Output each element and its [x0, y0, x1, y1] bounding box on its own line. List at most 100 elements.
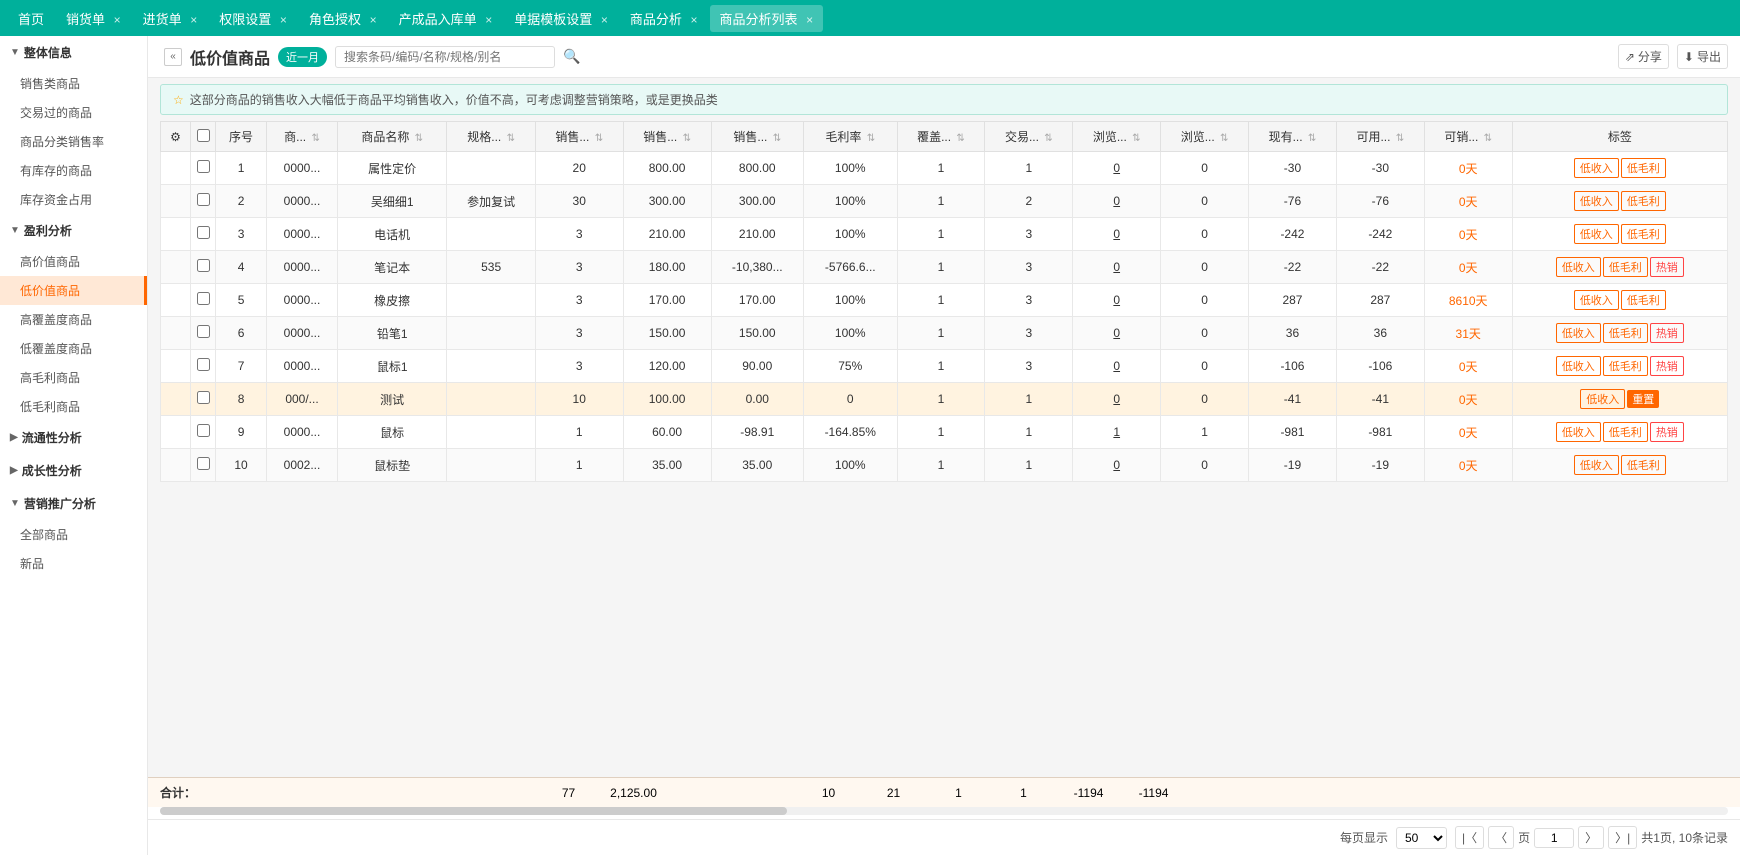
next-page-button[interactable]: 〉	[1578, 826, 1604, 849]
name-header[interactable]: 商品名称 ⇅	[337, 122, 447, 152]
check-cell[interactable]	[191, 185, 216, 218]
spec-header[interactable]: 规格... ⇅	[447, 122, 535, 152]
close-analysis-list-icon[interactable]: ×	[806, 13, 813, 27]
check-cell[interactable]	[191, 152, 216, 185]
table-container[interactable]: ⚙ 序号 商... ⇅ 商品名称 ⇅ 规格... ⇅ 销售... ⇅ 销售...…	[148, 121, 1740, 777]
sidebar-collapse-button[interactable]: «	[164, 48, 182, 66]
row-checkbox[interactable]	[197, 457, 210, 470]
check-cell[interactable]	[191, 350, 216, 383]
row-checkbox[interactable]	[197, 160, 210, 173]
row-checkbox[interactable]	[197, 259, 210, 272]
browse1-link[interactable]: 1	[1113, 425, 1120, 439]
nav-home[interactable]: 首页	[8, 5, 54, 32]
stock-sell-header[interactable]: 可销... ⇅	[1424, 122, 1512, 152]
nav-purchase[interactable]: 进货单 ×	[133, 5, 208, 32]
browse1-cell[interactable]: 0	[1073, 251, 1161, 284]
close-purchase-icon[interactable]: ×	[190, 13, 197, 27]
sales-qty-header[interactable]: 销售... ⇅	[535, 122, 623, 152]
row-checkbox[interactable]	[197, 193, 210, 206]
scrollbar-thumb[interactable]	[160, 807, 787, 815]
sidebar-item-low-margin[interactable]: 低毛利商品	[0, 392, 147, 421]
sidebar-item-capital[interactable]: 库存资金占用	[0, 185, 147, 214]
close-roles-icon[interactable]: ×	[370, 13, 377, 27]
first-page-button[interactable]: |〈	[1455, 826, 1484, 849]
browse1-link[interactable]: 0	[1113, 260, 1120, 274]
nav-roles[interactable]: 角色授权 ×	[299, 5, 387, 32]
browse1-header[interactable]: 浏览... ⇅	[1073, 122, 1161, 152]
sidebar-item-category-rate[interactable]: 商品分类销售率	[0, 127, 147, 156]
gross-header[interactable]: 毛利率 ⇅	[804, 122, 898, 152]
sidebar-group-overall[interactable]: ▼ 整体信息	[0, 36, 147, 69]
sidebar-item-traded[interactable]: 交易过的商品	[0, 98, 147, 127]
page-input[interactable]	[1534, 828, 1574, 848]
check-cell[interactable]	[191, 317, 216, 350]
search-icon[interactable]: 🔍	[563, 48, 580, 65]
nav-sales[interactable]: 销货单 ×	[56, 5, 131, 32]
check-all-checkbox[interactable]	[197, 129, 210, 142]
browse1-link[interactable]: 0	[1113, 326, 1120, 340]
browse1-cell[interactable]: 0	[1073, 185, 1161, 218]
row-checkbox[interactable]	[197, 325, 210, 338]
close-products-in-icon[interactable]: ×	[485, 13, 492, 27]
check-cell[interactable]	[191, 416, 216, 449]
horizontal-scrollbar[interactable]	[160, 807, 1728, 815]
row-checkbox[interactable]	[197, 358, 210, 371]
browse1-link[interactable]: 0	[1113, 161, 1120, 175]
sidebar-item-all-products[interactable]: 全部商品	[0, 520, 147, 549]
browse1-link[interactable]: 0	[1113, 194, 1120, 208]
sidebar-group-profit[interactable]: ▼ 盈利分析	[0, 214, 147, 247]
sidebar-group-marketing[interactable]: ▼ 营销推广分析	[0, 487, 147, 520]
close-sales-icon[interactable]: ×	[114, 13, 121, 27]
browse1-link[interactable]: 0	[1113, 293, 1120, 307]
code-header[interactable]: 商... ⇅	[267, 122, 338, 152]
row-checkbox[interactable]	[197, 226, 210, 239]
browse1-cell[interactable]: 0	[1073, 284, 1161, 317]
check-cell[interactable]	[191, 218, 216, 251]
browse2-header[interactable]: 浏览... ⇅	[1161, 122, 1249, 152]
nav-analysis-list[interactable]: 商品分析列表 ×	[710, 5, 824, 32]
sidebar-item-low-value[interactable]: 低价值商品	[0, 276, 147, 305]
check-cell[interactable]	[191, 284, 216, 317]
nav-permissions[interactable]: 权限设置 ×	[209, 5, 297, 32]
check-cell[interactable]	[191, 251, 216, 284]
check-cell[interactable]	[191, 383, 216, 416]
nav-analysis[interactable]: 商品分析 ×	[620, 5, 708, 32]
sidebar-item-sales-products[interactable]: 销售类商品	[0, 69, 147, 98]
sidebar-item-in-stock[interactable]: 有库存的商品	[0, 156, 147, 185]
browse1-link[interactable]: 0	[1113, 227, 1120, 241]
sales-amount-header[interactable]: 销售... ⇅	[623, 122, 711, 152]
close-permissions-icon[interactable]: ×	[280, 13, 287, 27]
sidebar-item-high-margin[interactable]: 高毛利商品	[0, 363, 147, 392]
per-page-select[interactable]: 50 100	[1396, 827, 1447, 849]
close-analysis-icon[interactable]: ×	[690, 13, 697, 27]
browse1-cell[interactable]: 0	[1073, 152, 1161, 185]
browse1-cell[interactable]: 1	[1073, 416, 1161, 449]
coverage-header[interactable]: 覆盖... ⇅	[897, 122, 985, 152]
sidebar-item-high-value[interactable]: 高价值商品	[0, 247, 147, 276]
nav-products-in[interactable]: 产成品入库单 ×	[389, 5, 503, 32]
stock-avail-header[interactable]: 可用... ⇅	[1336, 122, 1424, 152]
period-badge[interactable]: 近一月	[278, 47, 327, 67]
browse1-cell[interactable]: 0	[1073, 317, 1161, 350]
browse1-link[interactable]: 0	[1113, 392, 1120, 406]
sidebar-group-flow[interactable]: ▶ 流通性分析	[0, 421, 147, 454]
nav-templates[interactable]: 单据模板设置 ×	[504, 5, 618, 32]
check-all-header[interactable]	[191, 122, 216, 152]
stock-cur-header[interactable]: 现有... ⇅	[1249, 122, 1337, 152]
share-button[interactable]: ⇗ 分享	[1618, 44, 1669, 69]
trade-header[interactable]: 交易... ⇅	[985, 122, 1073, 152]
scrollbar-container[interactable]	[148, 807, 1740, 819]
check-cell[interactable]	[191, 449, 216, 482]
browse1-cell[interactable]: 0	[1073, 383, 1161, 416]
browse1-link[interactable]: 0	[1113, 359, 1120, 373]
close-templates-icon[interactable]: ×	[601, 13, 608, 27]
export-button[interactable]: ⬇ 导出	[1677, 44, 1728, 69]
sidebar-item-low-coverage[interactable]: 低覆盖度商品	[0, 334, 147, 363]
browse1-cell[interactable]: 0	[1073, 449, 1161, 482]
browse1-link[interactable]: 0	[1113, 458, 1120, 472]
prev-page-button[interactable]: 〈	[1488, 826, 1514, 849]
browse1-cell[interactable]: 0	[1073, 350, 1161, 383]
row-checkbox[interactable]	[197, 424, 210, 437]
last-page-button[interactable]: 〉|	[1608, 826, 1637, 849]
row-checkbox[interactable]	[197, 391, 210, 404]
